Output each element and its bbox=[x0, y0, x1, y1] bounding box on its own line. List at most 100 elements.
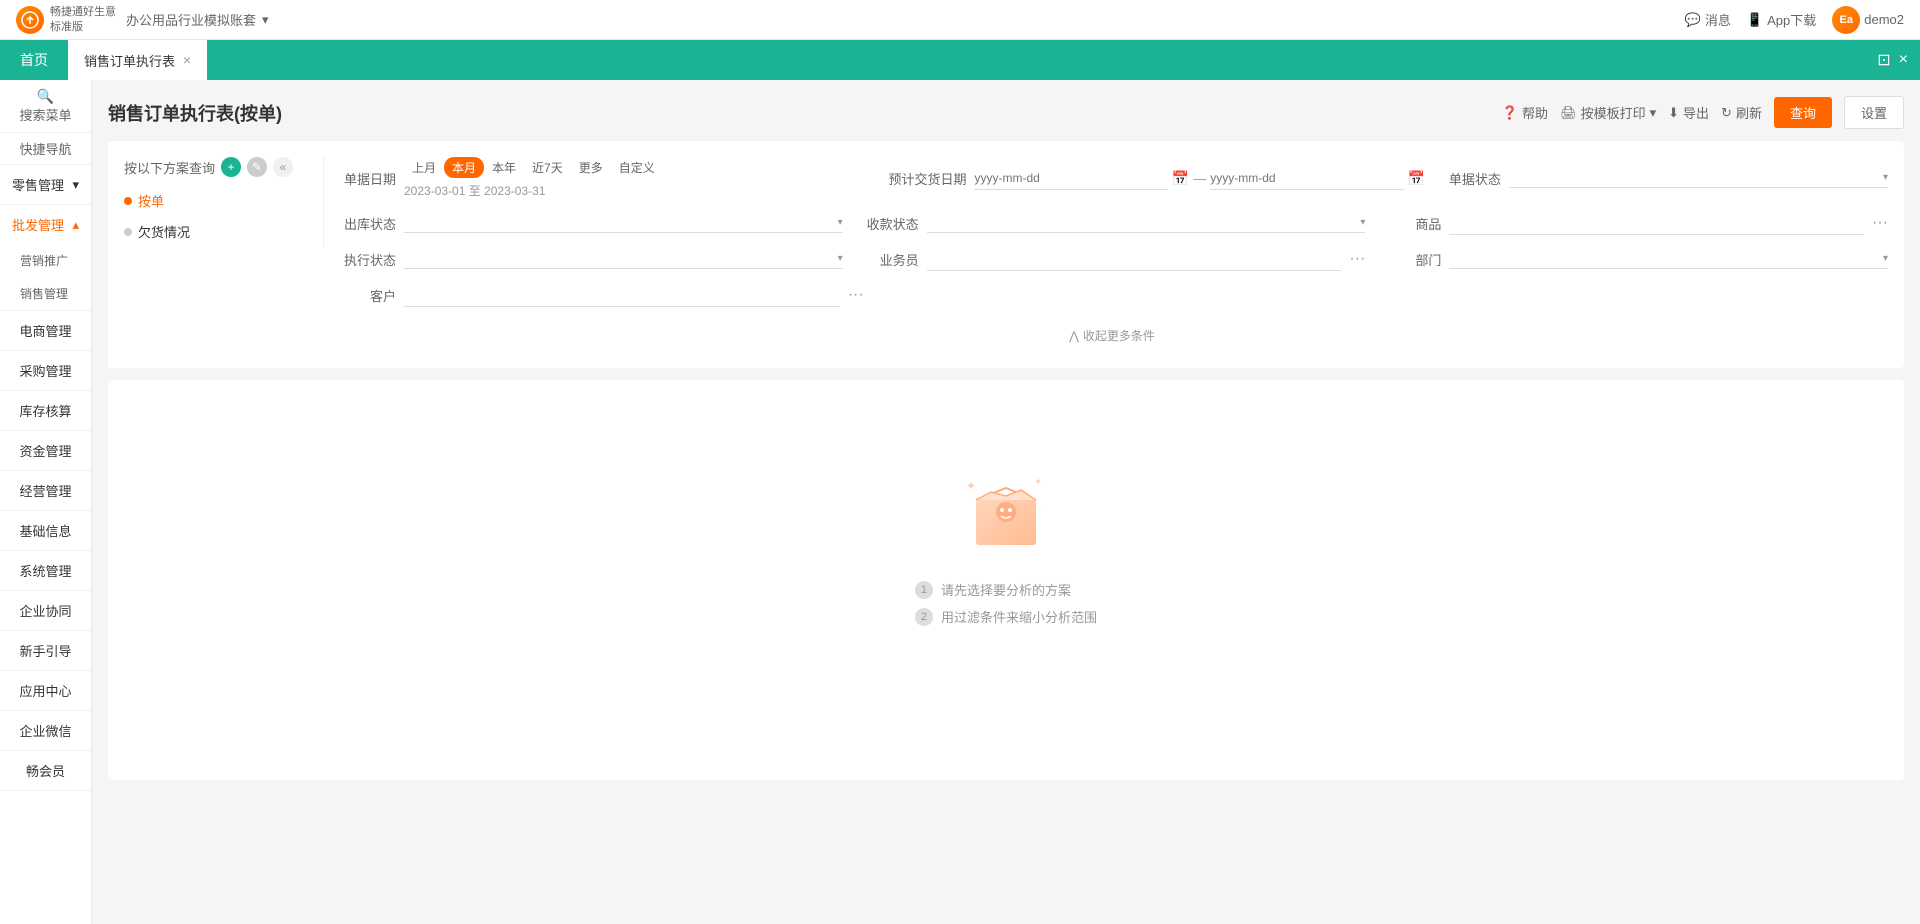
close-window-icon[interactable]: × bbox=[1899, 51, 1908, 69]
date-range-display: 2023-03-01 至 2023-03-31 bbox=[404, 182, 872, 199]
data-area: ✦ ✦ · 1 请先选择要分析的方案 2 用过滤条件来缩小分析范围 bbox=[108, 380, 1904, 780]
filter-row-2: 出库状态 ▾ 收款状态 ▾ bbox=[336, 211, 1888, 235]
sidebar-item-inventory[interactable]: 库存核算 bbox=[0, 391, 91, 431]
edit-scheme-button[interactable]: ✎ bbox=[247, 157, 267, 177]
scheme-item-label: 按单 bbox=[138, 191, 164, 210]
breadcrumb[interactable]: 办公用品行业模拟账套 ▾ bbox=[126, 10, 269, 29]
svg-text:✦: ✦ bbox=[966, 479, 976, 493]
date-start-icon: 📅 bbox=[1172, 170, 1189, 187]
breadcrumb-dropdown-icon[interactable]: ▾ bbox=[262, 12, 269, 28]
customer-input[interactable] bbox=[404, 283, 840, 307]
sidebar-quick-nav[interactable]: 快捷导航 bbox=[0, 133, 91, 165]
svg-text:·: · bbox=[1041, 503, 1044, 512]
user-menu[interactable]: Ea demo2 bbox=[1832, 6, 1904, 34]
date-tab-this-year[interactable]: 本年 bbox=[484, 157, 524, 178]
department-dropdown-icon: ▾ bbox=[1883, 253, 1888, 264]
expected-date-end-input[interactable] bbox=[1210, 167, 1403, 190]
tab-close-icon[interactable]: × bbox=[183, 52, 191, 68]
expected-date-range: 📅 — 📅 bbox=[974, 167, 1424, 190]
doc-status-field: 单据状态 ▾ bbox=[1441, 168, 1888, 188]
scheme-item-order[interactable]: 按单 bbox=[124, 185, 311, 216]
expected-date-label: 预计交货日期 bbox=[888, 169, 966, 188]
empty-tip-2: 2 用过滤条件来缩小分析范围 bbox=[915, 607, 1097, 626]
customer-field: 客户 ··· bbox=[336, 283, 864, 307]
date-separator: — bbox=[1193, 171, 1206, 186]
sidebar-item-finance[interactable]: 资金管理 bbox=[0, 431, 91, 471]
sidebar-search[interactable]: 🔍 搜索菜单 bbox=[0, 80, 91, 133]
sidebar-item-wholesale[interactable]: 批发管理 ▴ bbox=[0, 205, 91, 244]
sidebar-item-purchase[interactable]: 采购管理 bbox=[0, 351, 91, 391]
expected-date-start-input[interactable] bbox=[974, 167, 1167, 190]
tab-home[interactable]: 首页 bbox=[0, 40, 68, 80]
wholesale-expand-icon: ▴ bbox=[72, 217, 79, 233]
sidebar-item-sales[interactable]: 销售管理 bbox=[0, 277, 91, 310]
filter-row-1: 单据日期 上月 本月 本年 近7天 更多 自定义 20 bbox=[336, 157, 1888, 199]
scheme-item-debt[interactable]: 欠货情况 bbox=[124, 216, 311, 247]
empty-illustration: ✦ ✦ · bbox=[956, 460, 1056, 560]
message-button[interactable]: 💬 消息 bbox=[1685, 10, 1731, 29]
date-tab-more[interactable]: 更多 bbox=[571, 157, 611, 178]
sidebar-item-system[interactable]: 系统管理 bbox=[0, 551, 91, 591]
salesperson-input[interactable] bbox=[927, 247, 1342, 271]
collapse-scheme-button[interactable]: « bbox=[273, 157, 293, 177]
sidebar-item-basic[interactable]: 基础信息 bbox=[0, 511, 91, 551]
outbound-status-label: 出库状态 bbox=[336, 214, 396, 233]
date-tab-this-month[interactable]: 本月 bbox=[444, 157, 484, 178]
department-select[interactable]: ▾ bbox=[1449, 249, 1888, 269]
date-end-icon: 📅 bbox=[1408, 170, 1425, 187]
filter-main-row: 按以下方案查询 + ✎ « 按单 欠货情况 bbox=[124, 157, 1888, 352]
sidebar-item-retail[interactable]: 零售管理 ▾ bbox=[0, 165, 91, 204]
add-scheme-button[interactable]: + bbox=[221, 157, 241, 177]
tab-sales-order[interactable]: 销售订单执行表 × bbox=[68, 40, 207, 80]
sidebar-item-operation[interactable]: 经营管理 bbox=[0, 471, 91, 511]
restore-icon[interactable]: ⊡ bbox=[1877, 50, 1890, 70]
app-download-button[interactable]: 📱 App下载 bbox=[1747, 10, 1816, 29]
print-dropdown-icon: ▾ bbox=[1650, 105, 1657, 121]
collection-status-label: 收款状态 bbox=[859, 214, 919, 233]
collapse-up-icon: ⋀ bbox=[1069, 329, 1079, 343]
customer-more-icon[interactable]: ··· bbox=[848, 286, 864, 304]
goods-more-icon[interactable]: ··· bbox=[1872, 214, 1888, 232]
doc-status-dropdown-icon: ▾ bbox=[1883, 172, 1888, 183]
export-button[interactable]: ⬇ 导出 bbox=[1668, 103, 1709, 122]
sidebar-item-wechat[interactable]: 企业微信 bbox=[0, 711, 91, 751]
message-icon: 💬 bbox=[1685, 12, 1701, 28]
page-header: 销售订单执行表(按单) ❓ 帮助 🖨 按模板打印 ▾ ⬇ 导出 ↻ 刷新 bbox=[108, 96, 1904, 129]
doc-status-select[interactable]: ▾ bbox=[1509, 168, 1888, 188]
department-label: 部门 bbox=[1381, 250, 1441, 269]
collection-status-field: 收款状态 ▾ bbox=[859, 213, 1366, 233]
refresh-button[interactable]: ↻ 刷新 bbox=[1721, 103, 1762, 122]
collection-status-select[interactable]: ▾ bbox=[927, 213, 1366, 233]
sidebar-item-marketing[interactable]: 营销推广 bbox=[0, 244, 91, 277]
goods-field: 商品 ··· bbox=[1381, 211, 1888, 235]
goods-input[interactable] bbox=[1449, 211, 1864, 235]
main-layout: 🔍 搜索菜单 快捷导航 零售管理 ▾ 批发管理 ▴ 营销推广 销售管理 bbox=[0, 80, 1920, 924]
collapse-more-button[interactable]: ⋀ 收起更多条件 bbox=[336, 319, 1888, 352]
sidebar-item-ecommerce[interactable]: 电商管理 bbox=[0, 311, 91, 351]
sidebar-item-newbie[interactable]: 新手引导 bbox=[0, 631, 91, 671]
filter-panel: 按以下方案查询 + ✎ « 按单 欠货情况 bbox=[108, 141, 1904, 368]
date-label: 单据日期 bbox=[336, 169, 396, 188]
sidebar-item-member[interactable]: 畅会员 bbox=[0, 751, 91, 791]
help-icon: ❓ bbox=[1502, 105, 1518, 121]
outbound-status-select[interactable]: ▾ bbox=[404, 213, 843, 233]
execution-status-select[interactable]: ▾ bbox=[404, 249, 843, 269]
query-button[interactable]: 查询 bbox=[1774, 97, 1832, 128]
sidebar-item-appstore[interactable]: 应用中心 bbox=[0, 671, 91, 711]
date-tab-custom[interactable]: 自定义 bbox=[611, 157, 663, 178]
print-button[interactable]: 🖨 按模板打印 ▾ bbox=[1560, 103, 1656, 122]
header-right: 💬 消息 📱 App下载 Ea demo2 bbox=[1685, 6, 1904, 34]
help-button[interactable]: ❓ 帮助 bbox=[1502, 103, 1548, 122]
goods-label: 商品 bbox=[1381, 214, 1441, 233]
doc-status-label: 单据状态 bbox=[1441, 169, 1501, 188]
salesperson-more-icon[interactable]: ··· bbox=[1349, 250, 1365, 268]
refresh-icon: ↻ bbox=[1721, 105, 1732, 121]
sidebar-item-enterprise[interactable]: 企业协同 bbox=[0, 591, 91, 631]
settings-button[interactable]: 设置 bbox=[1844, 96, 1904, 129]
filter-row-4: 客户 ··· bbox=[336, 283, 1888, 307]
date-tab-last-month[interactable]: 上月 bbox=[404, 157, 444, 178]
filter-row-3: 执行状态 ▾ 业务员 ··· 部门 bbox=[336, 247, 1888, 271]
svg-text:✦: ✦ bbox=[1034, 477, 1042, 488]
scheme-bullet-inactive bbox=[124, 228, 132, 236]
date-tab-last7[interactable]: 近7天 bbox=[524, 157, 571, 178]
